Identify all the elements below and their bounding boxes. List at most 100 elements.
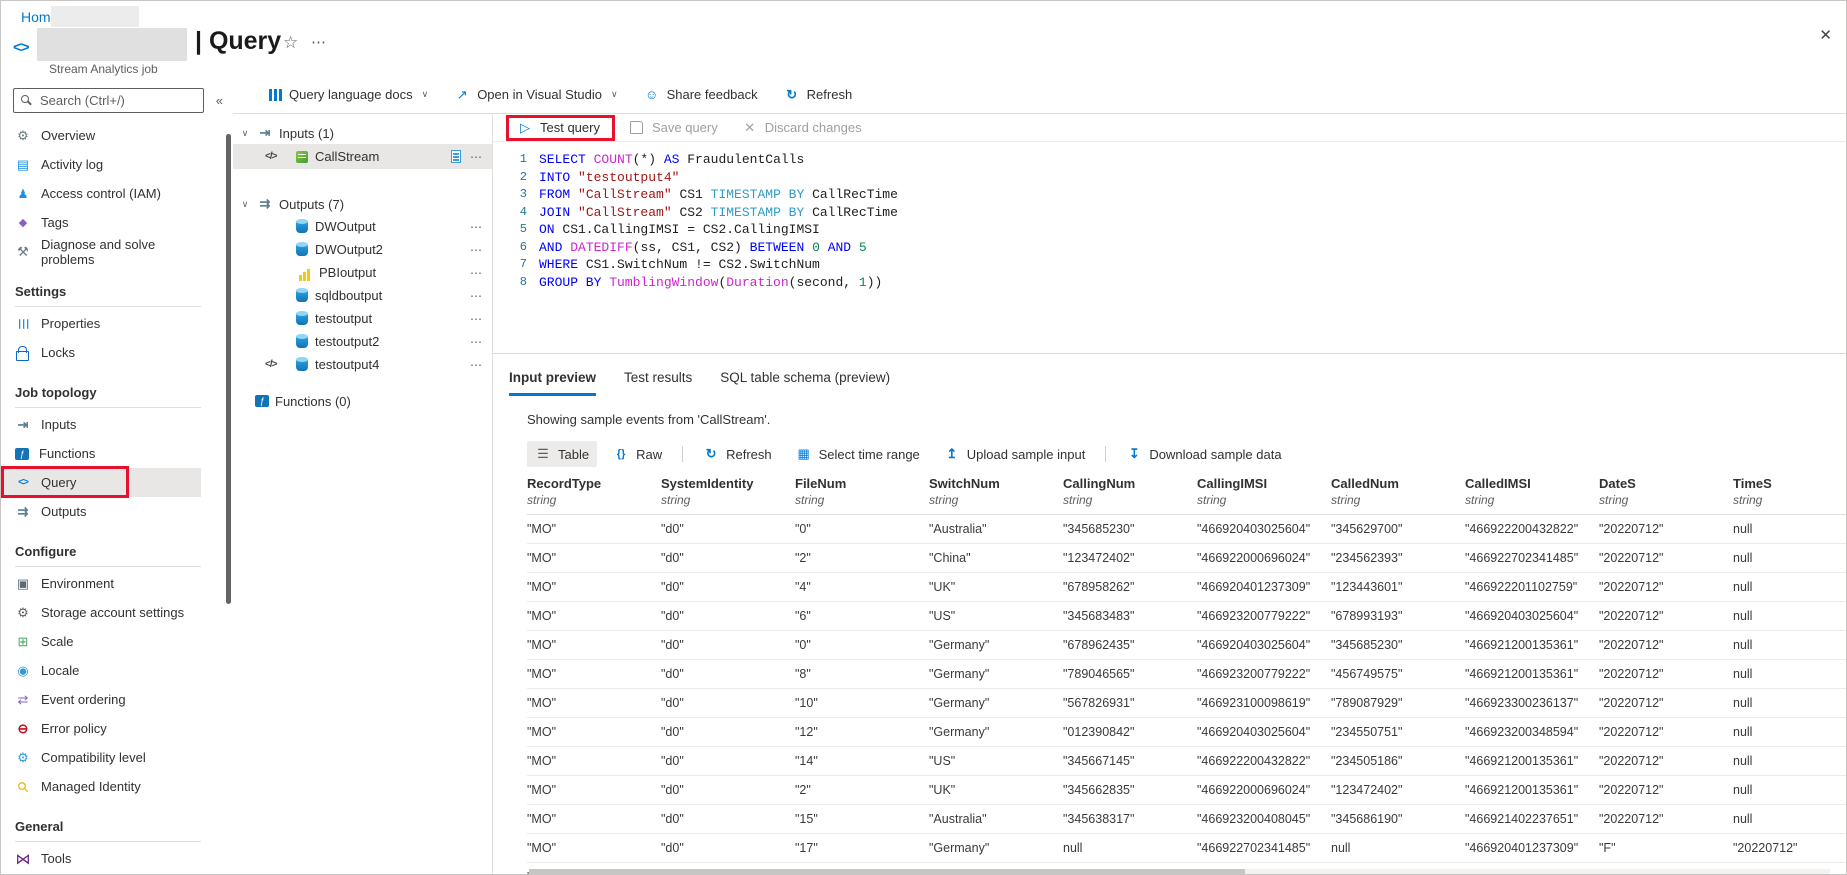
- raw-button[interactable]: {}Raw: [605, 441, 670, 467]
- tab-sql-table-schema-preview[interactable]: SQL table schema (preview): [720, 370, 890, 396]
- code-line: 3FROM "CallStream" CS1 TIMESTAMP BY Call…: [493, 186, 1846, 204]
- sidebar-item-environment[interactable]: ▣Environment: [1, 569, 201, 598]
- table-cell: "20220712": [1599, 725, 1733, 739]
- sample-file-icon[interactable]: [451, 150, 461, 163]
- query-language-docs-button[interactable]: Query language docs∨: [269, 87, 428, 102]
- refresh-button[interactable]: ↻Refresh: [784, 87, 853, 103]
- sample-events-info: Showing sample events from 'CallStream'.: [527, 412, 1846, 427]
- table-cell: "Australia": [929, 812, 1063, 826]
- upload-sample-input-button[interactable]: ↥Upload sample input: [936, 441, 1094, 467]
- command-bar: Query language docs∨ ↗Open in Visual Stud…: [233, 76, 1846, 114]
- share-feedback-button[interactable]: ☺Share feedback: [644, 87, 758, 103]
- ellipsis-icon[interactable]: ⋯: [468, 220, 484, 234]
- column-header-systemidentity[interactable]: SystemIdentitystring: [661, 475, 795, 508]
- horizontal-scrollbar[interactable]: [529, 869, 1830, 875]
- tree-functions-header[interactable]: ƒ Functions (0): [233, 390, 492, 412]
- table-cell: "678993193": [1331, 609, 1465, 623]
- ellipsis-icon[interactable]: ⋯: [468, 243, 484, 257]
- sidebar-item-storage-account-settings[interactable]: ⚙Storage account settings: [1, 598, 201, 627]
- sidebar-item-properties[interactable]: ☰Properties: [1, 309, 201, 338]
- ellipsis-icon[interactable]: ⋯: [468, 150, 484, 164]
- sidebar-item-outputs[interactable]: ⇉Outputs: [1, 497, 201, 526]
- column-header-switchnum[interactable]: SwitchNumstring: [929, 475, 1063, 508]
- discard-changes-button[interactable]: ✕ Discard changes: [742, 120, 862, 136]
- table-cell: "MO": [527, 667, 661, 681]
- column-header-times[interactable]: TimeSstring: [1733, 475, 1846, 508]
- ellipsis-icon[interactable]: ⋯: [468, 358, 484, 372]
- sidebar-item-tags[interactable]: ◆Tags: [1, 208, 201, 237]
- table-cell: "466923300236137": [1465, 696, 1599, 710]
- column-header-callingimsi[interactable]: CallingIMSIstring: [1197, 475, 1331, 508]
- save-query-button[interactable]: Save query: [629, 120, 718, 136]
- code-token: CS2.CallingIMSI: [703, 221, 820, 239]
- sidebar-item-event-ordering[interactable]: ⇄Event ordering: [1, 685, 201, 714]
- tab-test-results[interactable]: Test results: [624, 370, 692, 396]
- sidebar-item-managed-identity[interactable]: ⚲Managed Identity: [1, 772, 201, 801]
- column-header-dates[interactable]: DateSstring: [1599, 475, 1733, 508]
- collapse-sidebar-icon[interactable]: «: [212, 93, 227, 108]
- tree-outputs-header[interactable]: ∨ ⇉ Outputs (7): [233, 193, 492, 215]
- table-cell: "Germany": [929, 725, 1063, 739]
- table-cell: null: [1733, 522, 1846, 536]
- sidebar-item-diagnose-and-solve-problems[interactable]: ⚒Diagnose and solve problems: [1, 237, 201, 266]
- table-cell: "d0": [661, 696, 795, 710]
- book-icon: [269, 89, 282, 101]
- select-time-range-button[interactable]: ▦Select time range: [788, 441, 928, 467]
- ellipsis-icon[interactable]: ⋯: [468, 289, 484, 303]
- tree-item-dwoutput2[interactable]: DWOutput2⋯: [233, 238, 492, 261]
- tree-item-pbioutput[interactable]: PBIoutput⋯: [233, 261, 492, 284]
- sidebar-item-activity-log[interactable]: ▤Activity log: [1, 150, 201, 179]
- open-in-visual-studio-button[interactable]: ↗Open in Visual Studio∨: [454, 87, 617, 103]
- sidebar-item-query[interactable]: <>Query: [1, 468, 201, 497]
- table-cell: "123472402": [1063, 551, 1197, 565]
- table-cell: null: [1733, 725, 1846, 739]
- table-cell: "20220712": [1599, 696, 1733, 710]
- tree-item-dwoutput[interactable]: DWOutput⋯: [233, 215, 492, 238]
- ellipsis-icon[interactable]: ⋯: [468, 312, 484, 326]
- sidebar-item-scale[interactable]: ⊞Scale: [1, 627, 201, 656]
- sidebar-scrollbar[interactable]: [226, 134, 231, 604]
- ellipsis-icon[interactable]: ⋯: [468, 266, 484, 280]
- column-header-callingnum[interactable]: CallingNumstring: [1063, 475, 1197, 508]
- input-name: CallStream: [315, 149, 444, 164]
- sidebar-item-inputs[interactable]: ⇥Inputs: [1, 410, 201, 439]
- sidebar-item-compatibility-level[interactable]: ⚙Compatibility level: [1, 743, 201, 772]
- tab-input-preview[interactable]: Input preview: [509, 370, 596, 396]
- tree-item-testoutput4[interactable]: </>testoutput4⋯: [233, 353, 492, 376]
- tree-item-testoutput2[interactable]: testoutput2⋯: [233, 330, 492, 353]
- close-icon[interactable]: ✕: [1819, 26, 1832, 44]
- sidebar-item-access-control-iam[interactable]: ♟Access control (IAM): [1, 179, 201, 208]
- sidebar-item-functions[interactable]: ƒFunctions: [1, 439, 201, 468]
- tree-item-testoutput[interactable]: testoutput⋯: [233, 307, 492, 330]
- table-cell: "466922200432822": [1197, 754, 1331, 768]
- table-cell: "d0": [661, 551, 795, 565]
- test-query-button[interactable]: ▷ Test query: [517, 120, 600, 136]
- table-cell: "466922702341485": [1465, 551, 1599, 565]
- table-cell: "20220712": [1599, 551, 1733, 565]
- sidebar-item-overview[interactable]: ⚙Overview: [1, 121, 201, 150]
- tree-inputs-header[interactable]: ∨ ⇥ Inputs (1): [233, 122, 492, 144]
- query-code-editor[interactable]: 1SELECT COUNT(*) AS FraudulentCalls2INTO…: [493, 142, 1846, 354]
- ellipsis-icon[interactable]: ⋯: [468, 335, 484, 349]
- tree-item-callstream[interactable]: </> CallStream ⋯: [233, 144, 492, 169]
- favorite-star-icon[interactable]: ☆: [283, 33, 298, 53]
- column-header-callednum[interactable]: CalledNumstring: [1331, 475, 1465, 508]
- column-header-filenum[interactable]: FileNumstring: [795, 475, 929, 508]
- refresh-button[interactable]: ↻Refresh: [695, 441, 780, 467]
- sidebar-item-tools[interactable]: ⋈Tools: [1, 844, 201, 873]
- table-button[interactable]: ☰Table: [527, 441, 597, 467]
- tree-item-sqldboutput[interactable]: sqldboutput⋯: [233, 284, 492, 307]
- column-header-calledimsi[interactable]: CalledIMSIstring: [1465, 475, 1599, 508]
- table-cell: "466920401237309": [1197, 580, 1331, 594]
- column-header-recordtype[interactable]: RecordTypestring: [527, 475, 661, 508]
- download-sample-data-button[interactable]: ↧Download sample data: [1118, 441, 1289, 467]
- code-token: TumblingWindow: [609, 274, 718, 292]
- output-name: testoutput4: [315, 357, 461, 372]
- more-menu-icon[interactable]: ⋯: [311, 33, 326, 51]
- table-cell: "d0": [661, 725, 795, 739]
- sidebar-item-error-policy[interactable]: ⊖Error policy: [1, 714, 201, 743]
- search-input[interactable]: [13, 88, 204, 113]
- sidebar-item-locale[interactable]: ◉Locale: [1, 656, 201, 685]
- sidebar-item-locks[interactable]: Locks: [1, 338, 201, 367]
- toolbar-label: Select time range: [819, 447, 920, 462]
